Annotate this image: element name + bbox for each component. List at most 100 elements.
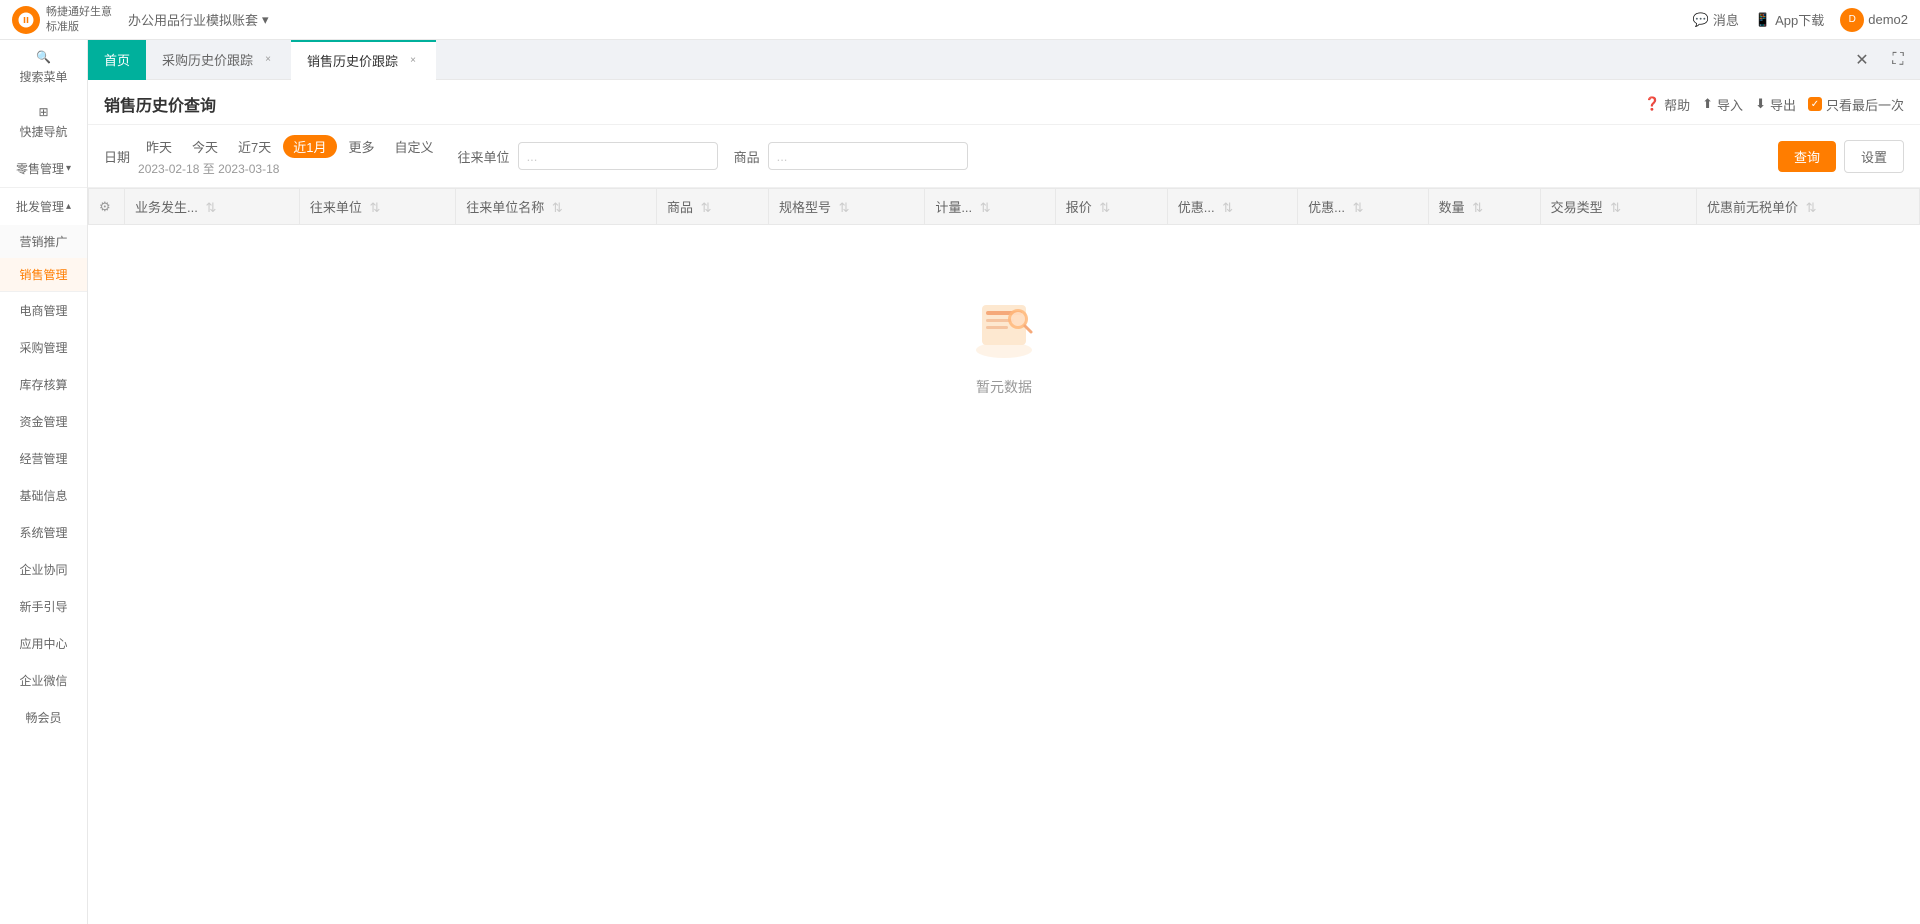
user-profile[interactable]: D demo2 [1840, 8, 1908, 32]
app-download-button[interactable]: 📱 App下载 [1755, 10, 1824, 29]
tab-purchase-track[interactable]: 采购历史价跟踪 × [146, 40, 291, 80]
user-label: demo2 [1868, 12, 1908, 27]
search-icon: 🔍 [36, 50, 51, 64]
date-range-display: 2023-02-18 至 2023-03-18 [138, 160, 442, 177]
sidebar-item-ecommerce[interactable]: 电商管理 [0, 292, 87, 329]
message-button[interactable]: 💬 消息 [1693, 10, 1739, 29]
page-title: 销售历史价查询 [104, 92, 216, 116]
table-col-unit[interactable]: 计量... ⇅ [925, 189, 1055, 225]
tab-sales-close-button[interactable]: × [406, 54, 420, 68]
maximize-button[interactable]: ⛶ [1884, 46, 1912, 74]
date-btn-custom[interactable]: 自定义 [387, 135, 442, 158]
sidebar-label-purchase: 采购管理 [19, 339, 67, 356]
sidebar-item-operations[interactable]: 经营管理 [0, 440, 87, 477]
table-area: ⚙ 业务发生... ⇅ 往来单位 ⇅ 往来单位名称 [88, 188, 1920, 924]
tab-home-label: 首页 [104, 50, 130, 69]
sort-icon-discount1: ⇅ [1222, 200, 1233, 215]
sidebar-item-inventory[interactable]: 库存核算 [0, 366, 87, 403]
table-col-pretax-price[interactable]: 优惠前无税单价 ⇅ [1696, 189, 1919, 225]
table-col-discount1[interactable]: 优惠... ⇅ [1167, 189, 1297, 225]
col-label-unit: 计量... [935, 200, 972, 215]
sidebar-item-search[interactable]: 🔍 搜索菜单 [0, 40, 87, 95]
table-col-quote[interactable]: 报价 ⇅ [1055, 189, 1167, 225]
table-col-discount2[interactable]: 优惠... ⇅ [1298, 189, 1428, 225]
partner-filter-label: 往来单位 [458, 147, 510, 166]
partner-input[interactable]: ... [518, 142, 718, 170]
table-col-settings: ⚙ [89, 189, 125, 225]
sidebar-group-wholesale: 批发管理 ▴ 营销推广 销售管理 [0, 188, 87, 292]
top-bar: 畅捷通好生意 标准版 办公用品行业模拟账套 ▾ 💬 消息 📱 App下载 D d… [0, 0, 1920, 40]
date-btn-yesterday[interactable]: 昨天 [138, 135, 180, 158]
import-label: 导入 [1717, 95, 1743, 114]
table-header-row: ⚙ 业务发生... ⇅ 往来单位 ⇅ 往来单位名称 [89, 189, 1920, 225]
import-button[interactable]: ⬆ 导入 [1702, 95, 1743, 114]
tab-home[interactable]: 首页 [88, 40, 146, 80]
table-col-spec[interactable]: 规格型号 ⇅ [768, 189, 924, 225]
logo-text: 畅捷通好生意 标准版 [46, 5, 112, 34]
product-filter: 商品 ... [734, 142, 968, 170]
tab-sales-track[interactable]: 销售历史价跟踪 × [291, 40, 436, 80]
gear-icon[interactable]: ⚙ [99, 199, 111, 214]
sidebar-item-purchase[interactable]: 采购管理 [0, 329, 87, 366]
filter-settings-button[interactable]: 设置 [1844, 140, 1904, 173]
empty-illustration [964, 285, 1044, 365]
app-selector[interactable]: 办公用品行业模拟账套 ▾ [120, 6, 277, 33]
date-filter-section: 昨天 今天 近7天 近1月 更多 自定义 2023-02-18 至 2023-0… [138, 135, 442, 177]
sidebar-label-finance: 资金管理 [19, 413, 67, 430]
sidebar-label-member: 畅会员 [25, 709, 61, 726]
help-icon: ❓ [1644, 96, 1660, 112]
table-col-partner-name[interactable]: 往来单位名称 ⇅ [456, 189, 657, 225]
date-btn-more[interactable]: 更多 [341, 135, 383, 158]
table-col-trade-type[interactable]: 交易类型 ⇅ [1540, 189, 1696, 225]
help-button[interactable]: ❓ 帮助 [1644, 95, 1690, 114]
sort-icon-partner-name: ⇅ [552, 200, 563, 215]
col-label-spec: 规格型号 [779, 200, 831, 215]
sidebar: 🔍 搜索菜单 ⊞ 快捷导航 零售管理 ▾ 批发管理 ▴ 营销推广 销售管理 [0, 40, 88, 924]
close-all-tabs-button[interactable]: ✕ [1848, 46, 1876, 74]
sidebar-item-wholesale[interactable]: 批发管理 ▴ [0, 188, 87, 225]
table-col-product[interactable]: 商品 ⇅ [657, 189, 769, 225]
sort-icon-product: ⇅ [701, 200, 712, 215]
product-input[interactable]: ... [768, 142, 968, 170]
table-col-biz-date[interactable]: 业务发生... ⇅ [125, 189, 300, 225]
sidebar-item-retail[interactable]: 零售管理 ▾ [0, 150, 87, 187]
sort-icon-biz-date: ⇅ [205, 200, 216, 215]
sidebar-sub-item-sales[interactable]: 销售管理 [0, 258, 87, 291]
export-button[interactable]: ⬇ 导出 [1755, 95, 1796, 114]
sidebar-label-operations: 经营管理 [19, 450, 67, 467]
date-btn-1month[interactable]: 近1月 [283, 135, 336, 158]
sidebar-item-enterprise[interactable]: 企业协同 [0, 551, 87, 588]
import-icon: ⬆ [1702, 96, 1713, 112]
sidebar-item-basic[interactable]: 基础信息 [0, 477, 87, 514]
sidebar-item-guide[interactable]: 新手引导 [0, 588, 87, 625]
main-layout: 🔍 搜索菜单 ⊞ 快捷导航 零售管理 ▾ 批发管理 ▴ 营销推广 销售管理 [0, 40, 1920, 924]
chevron-up-icon: ▴ [66, 201, 71, 212]
sidebar-item-wechat[interactable]: 企业微信 [0, 662, 87, 699]
table-col-quantity[interactable]: 数量 ⇅ [1428, 189, 1540, 225]
col-label-quote: 报价 [1066, 200, 1092, 215]
content-area: 首页 采购历史价跟踪 × 销售历史价跟踪 × ✕ ⛶ 销售历史价查询 [88, 40, 1920, 924]
sidebar-item-shortcut[interactable]: ⊞ 快捷导航 [0, 95, 87, 150]
date-filter: 日期 昨天 今天 近7天 近1月 更多 自定义 2023-02-18 至 202… [104, 135, 442, 177]
sidebar-item-member[interactable]: 畅会员 [0, 699, 87, 736]
date-btn-7days[interactable]: 近7天 [230, 135, 279, 158]
table-col-partner-code[interactable]: 往来单位 ⇅ [299, 189, 455, 225]
sidebar-sub-label-marketing: 营销推广 [19, 235, 67, 249]
filter-actions: 查询 设置 [1778, 140, 1904, 173]
sidebar-label-shortcut: 快捷导航 [19, 123, 67, 140]
avatar: D [1840, 8, 1864, 32]
tab-purchase-close-button[interactable]: × [261, 53, 275, 67]
checkbox-checked-icon: ✓ [1808, 97, 1822, 111]
chevron-down-icon: ▾ [262, 12, 269, 28]
app-selector-label: 办公用品行业模拟账套 [128, 10, 258, 29]
sort-icon-pretax-price: ⇅ [1806, 200, 1817, 215]
only-last-checkbox[interactable]: ✓ 只看最后一次 [1808, 95, 1904, 114]
sidebar-item-finance[interactable]: 资金管理 [0, 403, 87, 440]
sidebar-sub-item-marketing[interactable]: 营销推广 [0, 225, 87, 258]
sidebar-item-app-center[interactable]: 应用中心 [0, 625, 87, 662]
sidebar-item-system[interactable]: 系统管理 [0, 514, 87, 551]
page-content: 销售历史价查询 ❓ 帮助 ⬆ 导入 ⬇ 导出 ✓ [88, 80, 1920, 924]
query-button[interactable]: 查询 [1778, 141, 1836, 172]
date-btn-today[interactable]: 今天 [184, 135, 226, 158]
sidebar-label-guide: 新手引导 [19, 598, 67, 615]
